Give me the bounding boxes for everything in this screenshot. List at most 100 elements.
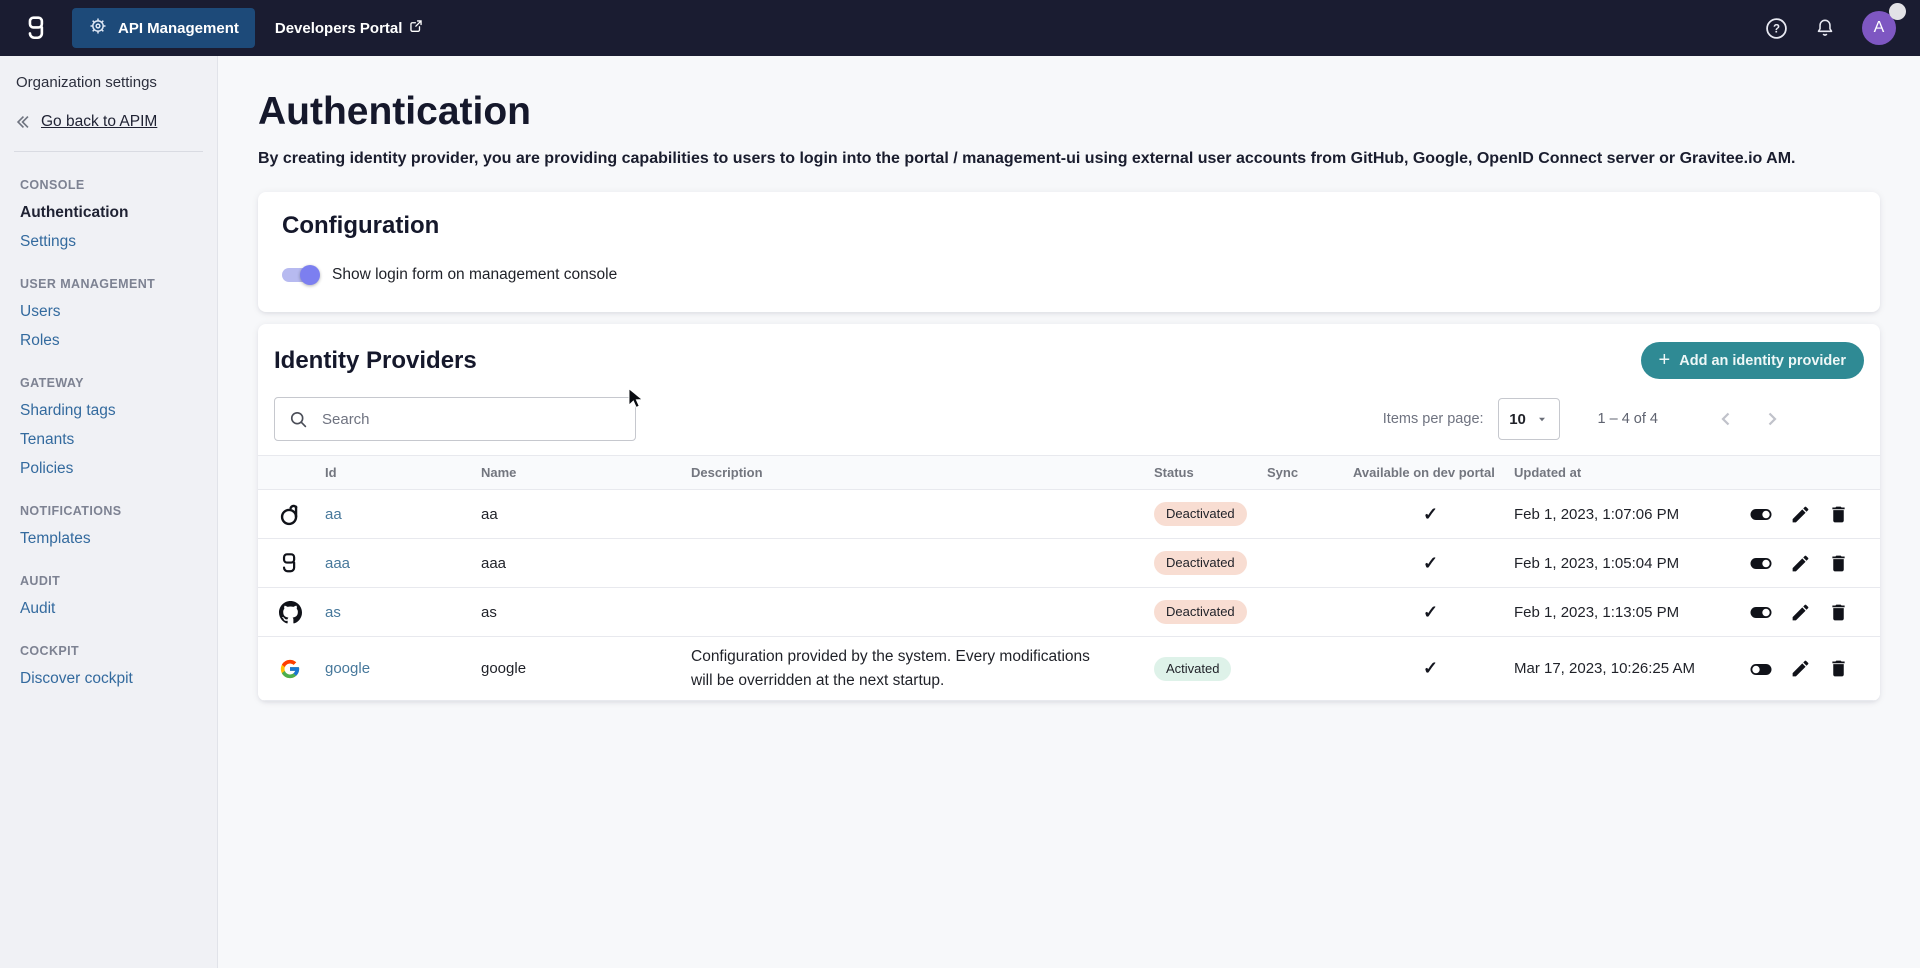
status-dot xyxy=(1889,3,1906,20)
idp-name: aaa xyxy=(478,555,688,572)
section-header-notifications: NOTIFICATIONS xyxy=(20,504,197,518)
developers-portal-link[interactable]: Developers Portal xyxy=(275,19,424,37)
pencil-icon xyxy=(1790,602,1811,623)
pencil-icon xyxy=(1790,504,1811,525)
delete-button[interactable] xyxy=(1828,551,1849,575)
column-header-name: Name xyxy=(478,465,688,480)
activate-toggle-button[interactable] xyxy=(1749,502,1773,526)
edit-button[interactable] xyxy=(1790,600,1811,624)
edit-button[interactable] xyxy=(1790,657,1811,681)
chevron-down-icon xyxy=(1536,413,1548,425)
sidebar-item-tenants[interactable]: Tenants xyxy=(20,431,197,449)
paginator: Items per page: 10 1 – 4 of 4 xyxy=(1383,398,1864,440)
gravitee-icon xyxy=(258,550,322,576)
svg-text:?: ? xyxy=(1773,23,1780,35)
sidebar-item-policies[interactable]: Policies xyxy=(20,460,197,478)
section-header-console: CONSOLE xyxy=(20,178,197,192)
api-management-button[interactable]: API Management xyxy=(72,8,255,48)
trash-icon xyxy=(1828,658,1849,679)
idp-id-link[interactable]: aaa xyxy=(322,555,478,572)
sidebar-item-sharding-tags[interactable]: Sharding tags xyxy=(20,402,197,420)
items-per-page-label: Items per page: xyxy=(1383,411,1484,427)
sidebar-item-audit[interactable]: Audit xyxy=(20,600,197,618)
idp-description: Configuration provided by the system. Ev… xyxy=(688,645,1151,692)
sidebar-item-authentication[interactable]: Authentication xyxy=(20,204,197,222)
search-input[interactable] xyxy=(320,410,621,429)
sidebar: Organization settings Go back to APIM CO… xyxy=(0,56,218,968)
table-header-row: Id Name Description Status Sync Availabl… xyxy=(258,455,1880,490)
sidebar-item-templates[interactable]: Templates xyxy=(20,530,197,548)
trash-icon xyxy=(1828,553,1849,574)
delete-button[interactable] xyxy=(1828,502,1849,526)
help-button[interactable]: ? xyxy=(1765,17,1788,40)
sidebar-item-discover-cockpit[interactable]: Discover cockpit xyxy=(20,670,197,688)
identity-providers-title: Identity Providers xyxy=(274,347,477,375)
column-header-updated-at: Updated at xyxy=(1511,465,1735,480)
toggle-on-icon xyxy=(1749,600,1773,624)
user-menu-button[interactable]: A xyxy=(1862,11,1896,45)
activate-toggle-button[interactable] xyxy=(1749,657,1773,681)
edit-button[interactable] xyxy=(1790,551,1811,575)
developers-portal-label: Developers Portal xyxy=(275,20,403,37)
go-back-to-apim-link[interactable]: Go back to APIM xyxy=(14,113,203,131)
idp-id-link[interactable]: as xyxy=(322,604,478,621)
column-header-status: Status xyxy=(1151,465,1264,480)
top-navbar: API Management Developers Portal ? xyxy=(0,0,1920,56)
previous-page-button[interactable] xyxy=(1714,407,1738,431)
idp-name: as xyxy=(478,604,688,621)
pencil-icon xyxy=(1790,553,1811,574)
idp-id-link[interactable]: google xyxy=(322,660,478,677)
check-icon: ✓ xyxy=(1423,553,1438,574)
sidebar-item-roles[interactable]: Roles xyxy=(20,332,197,350)
sidebar-item-settings[interactable]: Settings xyxy=(20,233,197,251)
google-icon xyxy=(258,658,322,680)
external-link-icon xyxy=(409,19,423,37)
github-icon xyxy=(258,601,322,624)
pencil-icon xyxy=(1790,658,1811,679)
toggle-on-icon xyxy=(1749,502,1773,526)
items-per-page-select[interactable]: 10 xyxy=(1498,398,1560,440)
sidebar-title: Organization settings xyxy=(16,74,201,91)
avatar-letter: A xyxy=(1874,19,1885,37)
go-back-label: Go back to APIM xyxy=(41,113,157,131)
show-login-form-label: Show login form on management console xyxy=(332,266,617,284)
idp-id-link[interactable]: aa xyxy=(322,506,478,523)
status-badge: Deactivated xyxy=(1154,551,1247,575)
next-page-button[interactable] xyxy=(1760,407,1784,431)
notifications-button[interactable] xyxy=(1814,17,1836,39)
items-per-page-value: 10 xyxy=(1509,411,1526,428)
configuration-card: Configuration Show login form on managem… xyxy=(258,192,1880,312)
column-header-sync: Sync xyxy=(1264,465,1350,480)
double-chevron-left-icon xyxy=(14,113,32,131)
bell-icon xyxy=(1814,17,1836,39)
idp-updated-at: Feb 1, 2023, 1:07:06 PM xyxy=(1511,506,1735,523)
activate-toggle-button[interactable] xyxy=(1749,600,1773,624)
main-content: Authentication By creating identity prov… xyxy=(218,56,1920,968)
table-row: google google Configuration provided by … xyxy=(258,637,1880,701)
show-login-form-toggle[interactable] xyxy=(282,268,318,282)
trash-icon xyxy=(1828,504,1849,525)
status-badge: Deactivated xyxy=(1154,502,1247,526)
table-row: aaa aaa Deactivated ✓ Feb 1, 2023, 1:05:… xyxy=(258,539,1880,588)
section-header-cockpit: COCKPIT xyxy=(20,644,197,658)
column-header-description: Description xyxy=(688,465,1151,480)
status-badge: Activated xyxy=(1154,657,1231,681)
add-identity-provider-button[interactable]: + Add an identity provider xyxy=(1641,342,1864,379)
delete-button[interactable] xyxy=(1828,600,1849,624)
table-row: as as Deactivated ✓ Feb 1, 2023, 1:13:05… xyxy=(258,588,1880,637)
page-description: By creating identity provider, you are p… xyxy=(258,150,1880,168)
table-row: aa aa Deactivated ✓ Feb 1, 2023, 1:07:06… xyxy=(258,490,1880,539)
page-range-label: 1 – 4 of 4 xyxy=(1598,411,1658,427)
activate-toggle-button[interactable] xyxy=(1749,551,1773,575)
delete-button[interactable] xyxy=(1828,657,1849,681)
add-identity-provider-label: Add an identity provider xyxy=(1679,353,1846,369)
search-icon xyxy=(289,410,308,429)
page-title: Authentication xyxy=(258,90,1880,134)
edit-button[interactable] xyxy=(1790,502,1811,526)
trash-icon xyxy=(1828,602,1849,623)
check-icon: ✓ xyxy=(1423,658,1438,679)
sidebar-item-users[interactable]: Users xyxy=(20,303,197,321)
navbar-right-cluster: ? A xyxy=(1765,11,1896,45)
check-icon: ✓ xyxy=(1423,602,1438,623)
idp-updated-at: Feb 1, 2023, 1:05:04 PM xyxy=(1511,555,1735,572)
